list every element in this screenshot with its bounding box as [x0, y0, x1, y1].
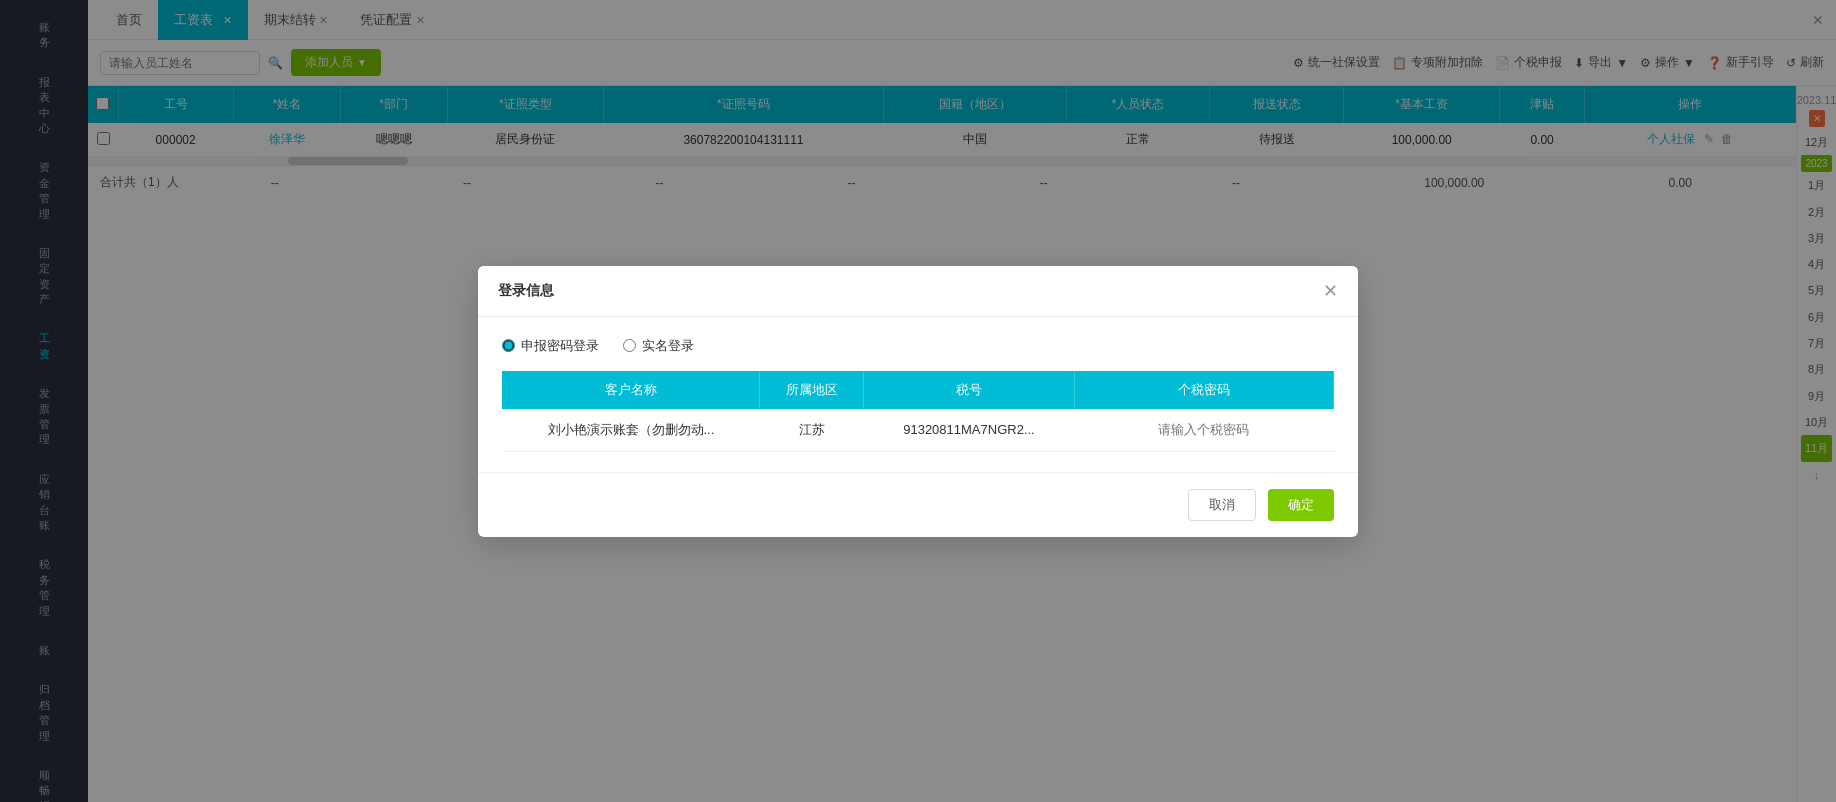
login-client-name: 刘小艳演示账套（勿删勿动... — [502, 409, 760, 452]
radio-password-login[interactable]: 申报密码登录 — [502, 337, 599, 355]
login-col-region: 所属地区 — [760, 371, 864, 409]
radio-real-name-login[interactable]: 实名登录 — [623, 337, 694, 355]
login-col-password: 个税密码 — [1074, 371, 1333, 409]
login-col-client-name: 客户名称 — [502, 371, 760, 409]
modal-title: 登录信息 — [498, 282, 554, 300]
confirm-button[interactable]: 确定 — [1268, 489, 1334, 521]
login-info-modal: 登录信息 ✕ 申报密码登录 实名登录 客户名称 所属地区 — [478, 266, 1358, 537]
modal-body: 申报密码登录 实名登录 客户名称 所属地区 税号 个税密码 — [478, 317, 1358, 472]
tax-password-input[interactable] — [1086, 422, 1321, 437]
modal-close-btn[interactable]: ✕ — [1323, 280, 1338, 302]
login-password-cell — [1074, 409, 1333, 452]
radio-realname-input[interactable] — [623, 339, 636, 352]
login-table: 客户名称 所属地区 税号 个税密码 刘小艳演示账套（勿删勿动... 江苏 913… — [502, 371, 1334, 452]
modal-overlay: 登录信息 ✕ 申报密码登录 实名登录 客户名称 所属地区 — [0, 0, 1836, 802]
login-region: 江苏 — [760, 409, 864, 452]
login-table-row: 刘小艳演示账套（勿删勿动... 江苏 91320811MA7NGR2... — [502, 409, 1334, 452]
modal-header: 登录信息 ✕ — [478, 266, 1358, 317]
login-tax-no: 91320811MA7NGR2... — [864, 409, 1074, 452]
login-col-tax-no: 税号 — [864, 371, 1074, 409]
login-method-radio-group: 申报密码登录 实名登录 — [502, 337, 1334, 355]
radio-password-input[interactable] — [502, 339, 515, 352]
cancel-button[interactable]: 取消 — [1188, 489, 1256, 521]
modal-footer: 取消 确定 — [478, 472, 1358, 537]
